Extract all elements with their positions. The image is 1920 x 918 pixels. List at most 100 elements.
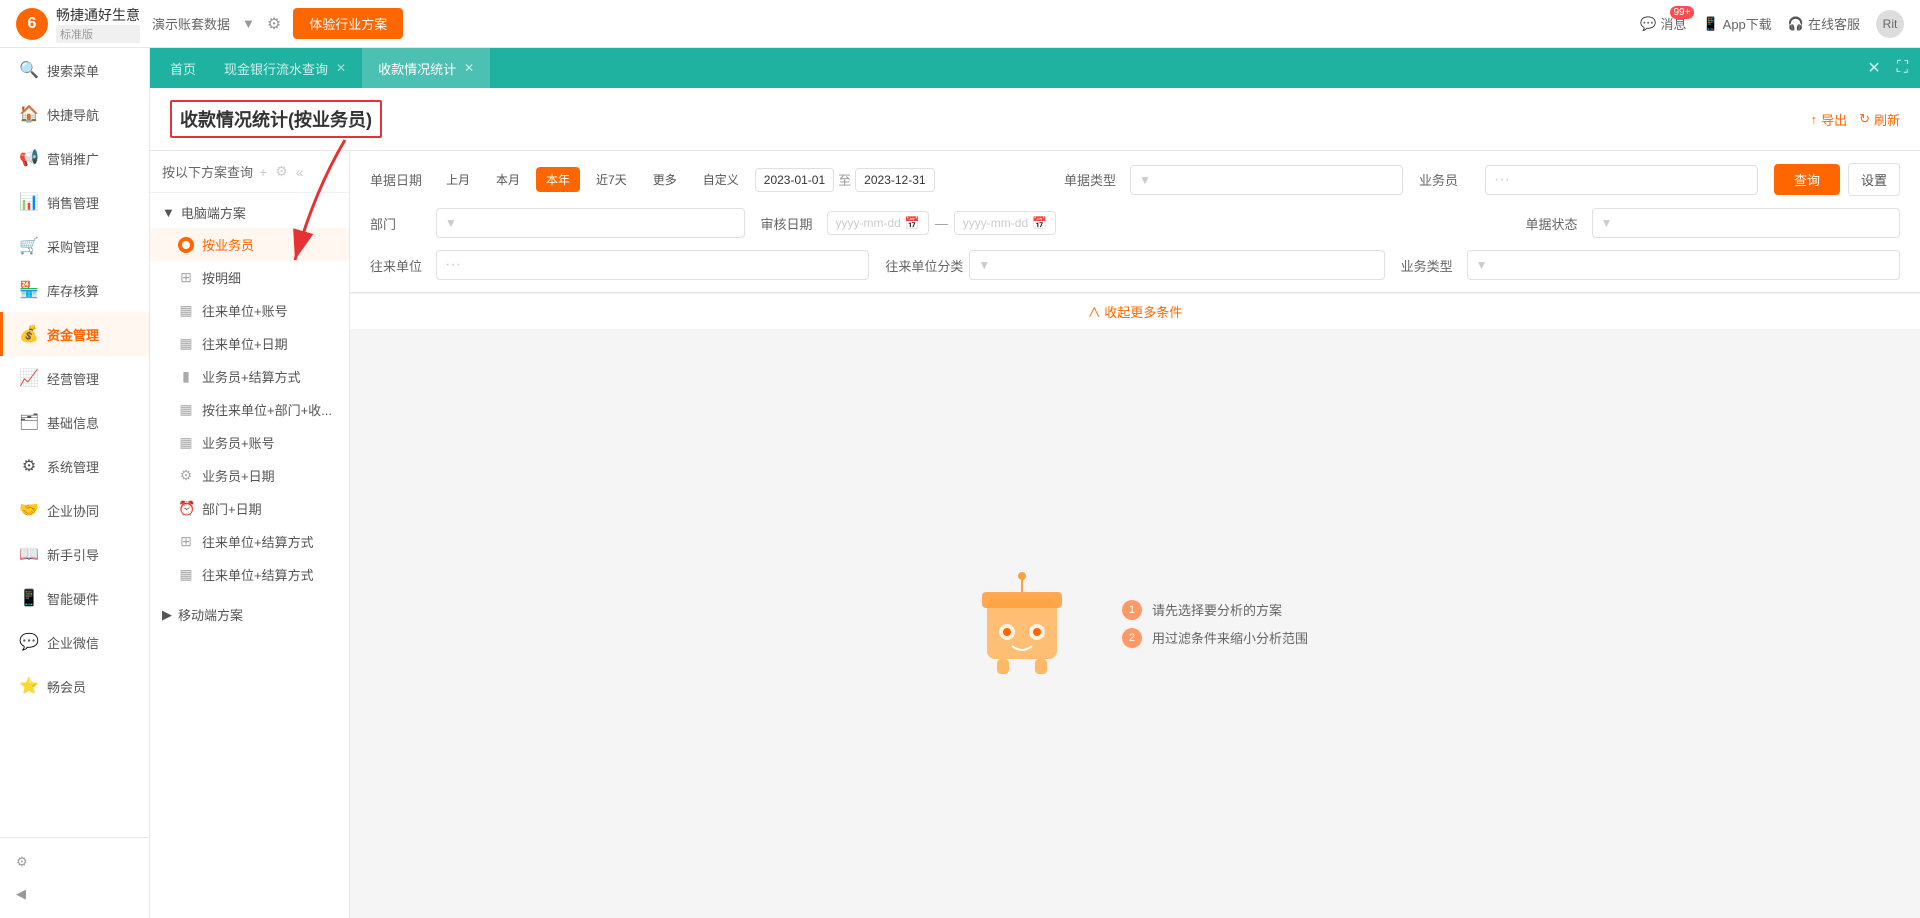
biz-type-select[interactable]: ▼ [1467,250,1900,280]
partner-type-select[interactable]: ▼ [969,250,1384,280]
basic-icon: 🗂 [19,412,39,432]
sidebar-item-wechat[interactable]: 💬 企业微信 [0,620,149,664]
date-btn-more[interactable]: 更多 [643,167,687,192]
collapse-bar[interactable]: ∧ 收起更多条件 [350,293,1920,329]
date-btn-last-month[interactable]: 上月 [436,167,480,192]
date-btn-custom[interactable]: 自定义 [693,167,749,192]
grid-icon-2: ⊞ [178,533,194,550]
sidebar-item-operation[interactable]: 📈 经营管理 [0,356,149,400]
scheme-setting-icon[interactable]: ⚙ [273,161,290,182]
step-2-num: 2 [1122,628,1142,648]
sidebar-item-inventory[interactable]: 🏪 库存核算 [0,268,149,312]
filter-setting-button[interactable]: 设置 [1848,163,1900,196]
type-select[interactable]: ▼ [1130,165,1403,195]
sidebar-item-finance[interactable]: 💰 资金管理 [0,312,149,356]
sidebar-label-basic: 基础信息 [47,413,99,432]
query-button[interactable]: 查询 [1774,164,1840,195]
audit-separator: — [935,216,948,231]
add-scheme-icon[interactable]: + [257,162,269,182]
refresh-button[interactable]: ↻ 刷新 [1859,110,1900,129]
date-btn-this-month[interactable]: 本月 [486,167,530,192]
mobile-scheme-header[interactable]: ▶ 移动端方案 [150,599,349,630]
dept-select[interactable]: ▼ [436,208,745,238]
audit-from-placeholder: yyyy-mm-dd [836,216,901,230]
settings-icon[interactable]: ⚙ [267,14,281,34]
filter-row-3: 往来单位 ··· 往来单位分类 ▼ 业务类型 [370,250,1900,280]
date-btn-this-year[interactable]: 本年 [536,167,580,192]
partner-more-icon[interactable]: ··· [445,256,461,274]
tab-bank-close-icon[interactable]: ✕ [336,61,346,75]
message-button[interactable]: 💬 消息 99+ [1640,14,1686,33]
sidebar-settings-button[interactable]: ⚙ [0,846,149,878]
status-chevron-icon: ▼ [1601,216,1613,230]
scheme-item-by-detail[interactable]: ⊞ 按明细 [150,261,349,294]
audit-to-input[interactable]: yyyy-mm-dd 📅 [954,211,1056,235]
salesman-select[interactable]: ··· [1485,165,1758,195]
scheme-label-partner-settle2: 往来单位+结算方式 [202,565,314,584]
tab-expand-icon[interactable]: ⛶ [1893,59,1912,77]
date-btn-7days[interactable]: 近7天 [586,167,637,192]
sidebar-item-purchase[interactable]: 🛒 采购管理 [0,224,149,268]
date-to-value: 2023-12-31 [864,173,925,187]
scheme-item-salesman-settle[interactable]: ▮ 业务员+结算方式 [150,360,349,393]
partner-type-chevron-icon: ▼ [978,258,990,272]
partner-input[interactable]: ··· [436,250,869,280]
sidebar-item-hardware[interactable]: 📱 智能硬件 [0,576,149,620]
sidebar-item-sales[interactable]: 📊 销售管理 [0,180,149,224]
type-filter: 单据类型 ▼ [1064,165,1403,195]
partner-label: 往来单位 [370,256,430,275]
sidebar-item-nav[interactable]: 🏠 快捷导航 [0,92,149,136]
scheme-item-dept-date[interactable]: ⏰ 部门+日期 [150,492,349,525]
sidebar-item-guide[interactable]: 📖 新手引导 [0,532,149,576]
sidebar-item-corp[interactable]: 🤝 企业协同 [0,488,149,532]
sidebar-item-basic[interactable]: 🗂 基础信息 [0,400,149,444]
dept-filter: 部门 ▼ [370,208,745,238]
date-to-input[interactable]: 2023-12-31 [855,168,934,192]
refresh-label: 刷新 [1874,110,1900,129]
scheme-item-salesman-date[interactable]: ⚙ 业务员+日期 [150,459,349,492]
salesman-label: 业务员 [1419,170,1479,189]
sidebar-item-search[interactable]: 🔍 搜索菜单 [0,48,149,92]
salesman-more-icon[interactable]: ··· [1494,171,1510,189]
tab-close-window-icon[interactable]: ✕ [1863,58,1884,78]
scheme-item-partner-account[interactable]: ▦ 往来单位+账号 [150,294,349,327]
empty-state-area: 1 请先选择要分析的方案 2 用过滤条件来缩小分析范围 [350,329,1920,918]
sidebar-label-nav: 快捷导航 [47,105,99,124]
right-panel: 单据日期 上月 本月 本年 近7天 更多 自定义 2023-01-01 [350,151,1920,918]
export-button[interactable]: ↑ 导出 [1811,110,1848,129]
table-icon-2: ▦ [178,335,194,352]
tab-receipt[interactable]: 收款情况统计 ✕ [362,48,490,88]
status-select[interactable]: ▼ [1592,208,1901,238]
app-icon: 📱 [1702,16,1718,32]
service-button[interactable]: 🎧 在线客服 [1788,14,1860,33]
sidebar-label-hardware: 智能硬件 [47,589,99,608]
pc-scheme-header[interactable]: ▼ 电脑端方案 [150,197,349,228]
scheme-item-partner-dept[interactable]: ▦ 按往来单位+部门+收... [150,393,349,426]
audit-from-input[interactable]: yyyy-mm-dd 📅 [827,211,929,235]
home-icon: 🏠 [19,104,39,124]
user-initial: Rit [1883,17,1898,31]
tab-home[interactable]: 首页 [158,48,208,88]
scheme-label-by-salesman: 按业务员 [202,235,254,254]
type-chevron-icon: ▼ [1139,173,1151,187]
company-dropdown-icon[interactable]: ▼ [242,16,255,31]
sidebar-collapse-button[interactable]: ◀ [0,878,149,910]
partner-type-filter: 往来单位分类 ▼ [885,250,1384,280]
tab-receipt-close-icon[interactable]: ✕ [464,61,474,75]
sidebar-item-member[interactable]: ⭐ 畅会员 [0,664,149,708]
scheme-item-salesman-account[interactable]: ▦ 业务员+账号 [150,426,349,459]
tab-bank[interactable]: 现金银行流水查询 ✕ [208,48,362,88]
company-name: 演示账套数据 [152,14,230,33]
scheme-item-by-salesman[interactable]: 按业务员 [150,228,349,261]
scheme-item-partner-settle2[interactable]: ▦ 往来单位+结算方式 [150,558,349,591]
scheme-item-partner-date[interactable]: ▦ 往来单位+日期 [150,327,349,360]
date-from-input[interactable]: 2023-01-01 [755,168,834,192]
app-download-button[interactable]: 📱 App下载 [1702,14,1771,33]
sidebar-item-marketing[interactable]: 📢 营销推广 [0,136,149,180]
sidebar-item-system[interactable]: ⚙ 系统管理 [0,444,149,488]
scheme-item-partner-settle1[interactable]: ⊞ 往来单位+结算方式 [150,525,349,558]
panel-collapse-icon[interactable]: « [294,162,306,182]
audit-label: 审核日期 [761,214,821,233]
user-avatar[interactable]: Rit [1876,10,1904,38]
trial-button[interactable]: 体验行业方案 [293,8,403,39]
